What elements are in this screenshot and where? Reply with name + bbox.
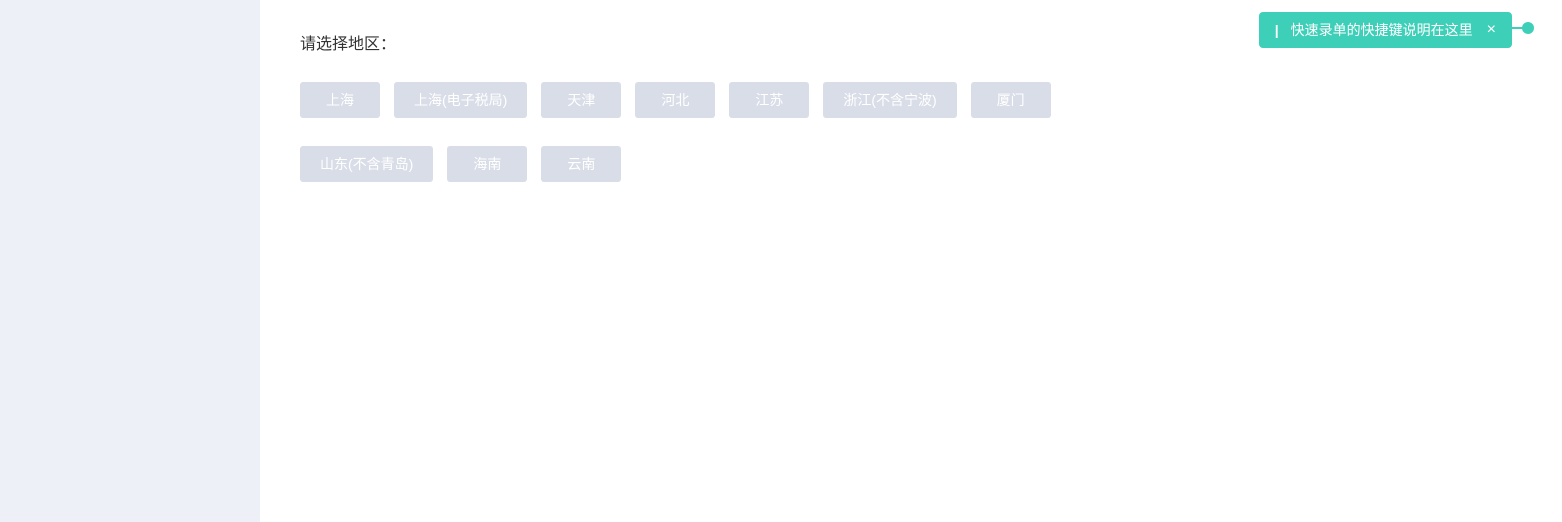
main-content: 请选择地区： 上海 上海(电子税局) 天津 河北 江苏 浙江(不含宁波) 厦门 … bbox=[260, 0, 1562, 522]
tooltip-banner: 快速录单的快捷键说明在这里 × bbox=[1259, 12, 1512, 48]
region-btn-zhejiang[interactable]: 浙江(不含宁波) bbox=[823, 82, 956, 118]
region-btn-shandong[interactable]: 山东(不含青岛) bbox=[300, 146, 433, 182]
region-btn-xiamen[interactable]: 厦门 bbox=[971, 82, 1051, 118]
region-btn-shanghai-etax[interactable]: 上海(电子税局) bbox=[394, 82, 527, 118]
region-btn-hainan[interactable]: 海南 bbox=[447, 146, 527, 182]
region-btn-tianjin[interactable]: 天津 bbox=[541, 82, 621, 118]
region-btn-yunnan[interactable]: 云南 bbox=[541, 146, 621, 182]
tooltip-connector-dot bbox=[1522, 22, 1534, 34]
tooltip-close-button[interactable]: × bbox=[1487, 22, 1496, 38]
region-btn-jiangsu[interactable]: 江苏 bbox=[729, 82, 809, 118]
tooltip-text: 快速录单的快捷键说明在这里 bbox=[1291, 20, 1473, 40]
region-btn-hebei[interactable]: 河北 bbox=[635, 82, 715, 118]
region-buttons: 上海 上海(电子税局) 天津 河北 江苏 浙江(不含宁波) 厦门 山东(不含青岛… bbox=[300, 82, 1522, 182]
sidebar bbox=[0, 0, 260, 522]
region-btn-shanghai[interactable]: 上海 bbox=[300, 82, 380, 118]
